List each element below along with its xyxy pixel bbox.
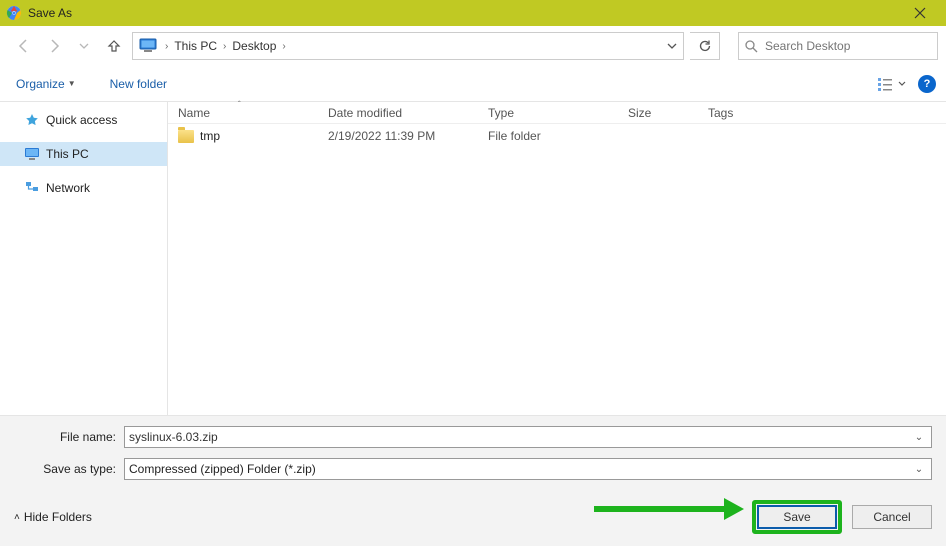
sort-indicator-icon: ˆ: [238, 100, 241, 109]
chevron-up-icon: ˄: [14, 512, 20, 523]
chevron-right-icon[interactable]: ›: [280, 41, 287, 52]
nav-row: › This PC › Desktop ›: [0, 26, 946, 66]
main-area: Quick access This PC Network ˆ Name Date…: [0, 102, 946, 415]
column-headers: ˆ Name Date modified Type Size Tags: [168, 102, 946, 124]
chevron-right-icon[interactable]: ›: [221, 41, 228, 52]
chevron-down-icon[interactable]: ⌄: [911, 432, 927, 443]
cancel-label: Cancel: [873, 510, 910, 524]
chevron-down-icon[interactable]: ⌄: [911, 464, 927, 475]
file-date: 2/19/2022 11:39 PM: [318, 129, 478, 143]
save-label: Save: [783, 510, 810, 524]
address-dropdown[interactable]: [661, 41, 683, 51]
organize-menu[interactable]: Organize ▼: [10, 73, 82, 95]
thispc-icon: [137, 35, 159, 57]
titlebar: Save As: [0, 0, 946, 26]
back-button[interactable]: [12, 34, 36, 58]
saveastype-field[interactable]: Compressed (zipped) Folder (*.zip) ⌄: [124, 458, 932, 480]
sidebar-label: Quick access: [46, 113, 117, 127]
hidefolders-label: Hide Folders: [24, 510, 92, 524]
app-icon: [6, 5, 22, 21]
file-type: File folder: [478, 129, 618, 143]
sidebar-item-quickaccess[interactable]: Quick access: [0, 108, 167, 132]
view-options-button[interactable]: [874, 75, 910, 93]
annotation-save-highlight: Save: [752, 500, 842, 534]
window-title: Save As: [28, 6, 72, 20]
col-name[interactable]: Name: [168, 106, 318, 120]
sidebar: Quick access This PC Network: [0, 102, 168, 415]
search-input[interactable]: [763, 38, 937, 54]
search-box[interactable]: [738, 32, 938, 60]
cancel-button[interactable]: Cancel: [852, 505, 932, 529]
folder-icon: [178, 130, 194, 143]
filename-field[interactable]: syslinux-6.03.zip ⌄: [124, 426, 932, 448]
close-button[interactable]: [900, 0, 940, 26]
recent-dropdown[interactable]: [72, 34, 96, 58]
sidebar-label: This PC: [46, 147, 89, 161]
refresh-button[interactable]: [690, 32, 720, 60]
address-bar[interactable]: › This PC › Desktop ›: [132, 32, 684, 60]
file-list: ˆ Name Date modified Type Size Tags tmp …: [168, 102, 946, 415]
organize-label: Organize: [16, 77, 65, 91]
up-button[interactable]: [102, 34, 126, 58]
help-button[interactable]: ?: [918, 75, 936, 93]
network-icon: [24, 180, 40, 196]
saveastype-label: Save as type:: [14, 462, 124, 476]
star-icon: [24, 112, 40, 128]
search-icon: [739, 39, 763, 53]
col-date[interactable]: Date modified: [318, 106, 478, 120]
sidebar-item-network[interactable]: Network: [0, 176, 167, 200]
monitor-icon: [24, 146, 40, 162]
newfolder-label: New folder: [110, 77, 167, 91]
breadcrumb-thispc[interactable]: This PC: [170, 33, 221, 59]
newfolder-button[interactable]: New folder: [104, 73, 173, 95]
filename-label: File name:: [14, 430, 124, 444]
chevron-down-icon: ▼: [68, 79, 76, 88]
hide-folders-button[interactable]: ˄ Hide Folders: [14, 510, 92, 524]
toolbar: Organize ▼ New folder ?: [0, 66, 946, 102]
sidebar-label: Network: [46, 181, 90, 195]
chevron-right-icon[interactable]: ›: [163, 41, 170, 52]
forward-button[interactable]: [42, 34, 66, 58]
save-button[interactable]: Save: [757, 505, 837, 529]
form-area: File name: syslinux-6.03.zip ⌄ Save as t…: [0, 415, 946, 496]
saveastype-value: Compressed (zipped) Folder (*.zip): [129, 462, 911, 476]
breadcrumb-desktop[interactable]: Desktop: [228, 33, 280, 59]
filename-value: syslinux-6.03.zip: [129, 430, 911, 444]
file-row[interactable]: tmp 2/19/2022 11:39 PM File folder: [168, 124, 946, 148]
file-name: tmp: [200, 129, 220, 143]
col-tags[interactable]: Tags: [698, 106, 946, 120]
footer: ˄ Hide Folders Save Cancel: [0, 496, 946, 546]
sidebar-item-thispc[interactable]: This PC: [0, 142, 167, 166]
col-type[interactable]: Type: [478, 106, 618, 120]
col-size[interactable]: Size: [618, 106, 698, 120]
